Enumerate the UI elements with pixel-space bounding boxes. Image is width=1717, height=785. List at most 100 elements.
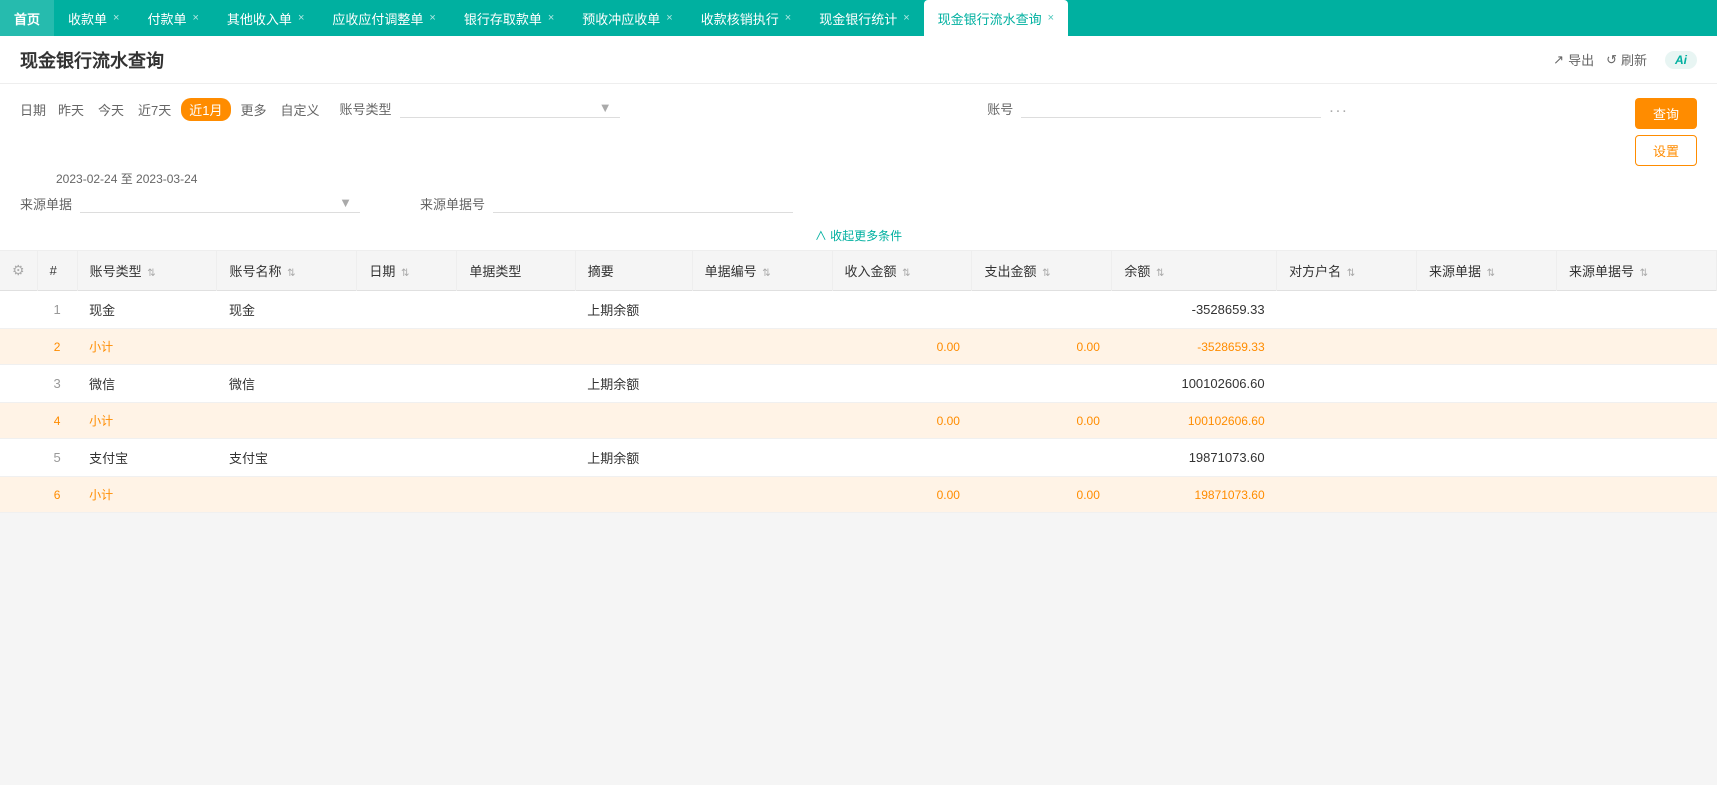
col-source-voucher-no[interactable]: 来源单据号 ⇅	[1556, 251, 1716, 291]
nav-other-income[interactable]: 其他收入单 ×	[213, 0, 318, 36]
table-cell	[457, 365, 575, 403]
table-cell	[0, 403, 37, 439]
nav-receipt-verify[interactable]: 收款核销执行 ×	[687, 0, 805, 36]
table-cell	[357, 439, 457, 477]
nav-cash-flow[interactable]: 现金银行流水查询 ×	[924, 0, 1068, 36]
col-account-type[interactable]: 账号类型 ⇅	[77, 251, 217, 291]
col-settings[interactable]: ⚙	[0, 251, 37, 291]
table-cell: 小计	[77, 477, 217, 513]
collapse-filters-button[interactable]: ∧ 收起更多条件	[20, 221, 1697, 250]
account-dots-icon[interactable]: ...	[1329, 99, 1348, 117]
date-1month[interactable]: 近1月	[181, 98, 230, 121]
sort-date-icon: ⇅	[401, 268, 409, 279]
table-cell: 0.00	[972, 329, 1112, 365]
table-cell	[1417, 477, 1557, 513]
table-cell	[1417, 365, 1557, 403]
table-body: 1现金现金上期余额-3528659.332小计0.000.00-3528659.…	[0, 291, 1717, 513]
close-prepaid-icon[interactable]: ×	[666, 12, 672, 24]
account-input[interactable]	[1021, 98, 1321, 118]
table-cell	[575, 477, 692, 513]
col-date[interactable]: 日期 ⇅	[357, 251, 457, 291]
table-cell	[0, 439, 37, 477]
filter-area: 日期 昨天 今天 近7天 近1月 更多 自定义 账号类型 ▼ 账号 ...	[0, 84, 1717, 251]
table-row: 4小计0.000.00100102606.60	[0, 403, 1717, 439]
date-filter-label: 日期	[20, 100, 46, 119]
close-receipt-verify-icon[interactable]: ×	[785, 12, 791, 24]
table-cell	[1556, 477, 1716, 513]
table-cell: -3528659.33	[1112, 329, 1277, 365]
table-cell	[357, 329, 457, 365]
table-cell	[1277, 477, 1417, 513]
close-receipt-icon[interactable]: ×	[113, 12, 119, 24]
sort-source-voucher-icon: ⇅	[1487, 268, 1495, 279]
table-cell	[692, 329, 832, 365]
table-cell	[357, 403, 457, 439]
close-cash-flow-icon[interactable]: ×	[1048, 12, 1054, 24]
col-source-voucher[interactable]: 来源单据 ⇅	[1417, 251, 1557, 291]
table-cell: 5	[37, 439, 77, 477]
query-button[interactable]: 查询	[1635, 98, 1697, 129]
table-cell	[0, 365, 37, 403]
col-balance[interactable]: 余额 ⇅	[1112, 251, 1277, 291]
date-yesterday[interactable]: 昨天	[54, 98, 88, 121]
table-row: 2小计0.000.00-3528659.33	[0, 329, 1717, 365]
export-button[interactable]: ↗ 导出	[1553, 50, 1594, 69]
table-settings-icon[interactable]: ⚙	[12, 262, 25, 278]
table-cell	[972, 291, 1112, 329]
table-cell: 6	[37, 477, 77, 513]
close-other-income-icon[interactable]: ×	[298, 12, 304, 24]
date-range-display: 2023-02-24 至 2023-03-24	[56, 172, 197, 186]
nav-bank-deposit[interactable]: 银行存取款单 ×	[450, 0, 568, 36]
table-cell	[217, 403, 357, 439]
col-voucher-type: 单据类型	[457, 251, 575, 291]
nav-payment[interactable]: 付款单 ×	[133, 0, 212, 36]
close-bank-deposit-icon[interactable]: ×	[548, 12, 554, 24]
source-voucher-select[interactable]: ▼	[80, 193, 360, 213]
table-cell: 19871073.60	[1112, 477, 1277, 513]
nav-ar-ap-adjust[interactable]: 应收应付调整单 ×	[318, 0, 449, 36]
col-counterpart[interactable]: 对方户名 ⇅	[1277, 251, 1417, 291]
table-cell	[972, 365, 1112, 403]
table-cell	[1417, 439, 1557, 477]
nav-cash-stats[interactable]: 现金银行统计 ×	[805, 0, 923, 36]
settings-button[interactable]: 设置	[1635, 135, 1697, 166]
table-cell: 3	[37, 365, 77, 403]
date-options: 昨天 今天 近7天 近1月 更多 自定义	[54, 98, 324, 121]
table-cell	[575, 403, 692, 439]
table-row: 5支付宝支付宝上期余额19871073.60	[0, 439, 1717, 477]
table-cell	[1556, 365, 1716, 403]
col-income[interactable]: 收入金额 ⇅	[832, 251, 972, 291]
source-voucher-no-input[interactable]	[493, 193, 793, 213]
ai-badge: Ai	[1665, 51, 1697, 69]
nav-prepaid[interactable]: 预收冲应收单 ×	[568, 0, 686, 36]
date-custom[interactable]: 自定义	[277, 98, 324, 121]
table-cell	[0, 291, 37, 329]
table-cell: 19871073.60	[1112, 439, 1277, 477]
date-today[interactable]: 今天	[94, 98, 128, 121]
close-payment-icon[interactable]: ×	[192, 12, 198, 24]
refresh-button[interactable]: ↺ 刷新	[1606, 50, 1647, 69]
table-cell: 100102606.60	[1112, 403, 1277, 439]
table-cell	[357, 291, 457, 329]
sort-account-type-icon: ⇅	[147, 268, 155, 279]
col-voucher-no[interactable]: 单据编号 ⇅	[692, 251, 832, 291]
col-num: #	[37, 251, 77, 291]
table-cell: 0.00	[832, 403, 972, 439]
close-ar-ap-icon[interactable]: ×	[429, 12, 435, 24]
table-cell	[457, 291, 575, 329]
nav-home[interactable]: 首页	[0, 0, 54, 36]
nav-receipt[interactable]: 收款单 ×	[54, 0, 133, 36]
col-account-name[interactable]: 账号名称 ⇅	[217, 251, 357, 291]
col-expense[interactable]: 支出金额 ⇅	[972, 251, 1112, 291]
header-actions: ↗ 导出 ↺ 刷新 Ai	[1553, 50, 1697, 69]
date-7days[interactable]: 近7天	[134, 98, 175, 121]
source-voucher-label: 来源单据	[20, 194, 72, 213]
table-cell	[457, 439, 575, 477]
account-type-select[interactable]: ▼	[400, 98, 620, 118]
date-more[interactable]: 更多	[237, 98, 271, 121]
table-cell	[575, 329, 692, 365]
refresh-icon: ↺	[1606, 52, 1617, 68]
table-cell: 支付宝	[77, 439, 217, 477]
close-cash-stats-icon[interactable]: ×	[903, 12, 909, 24]
sort-expense-icon: ⇅	[1042, 268, 1050, 279]
